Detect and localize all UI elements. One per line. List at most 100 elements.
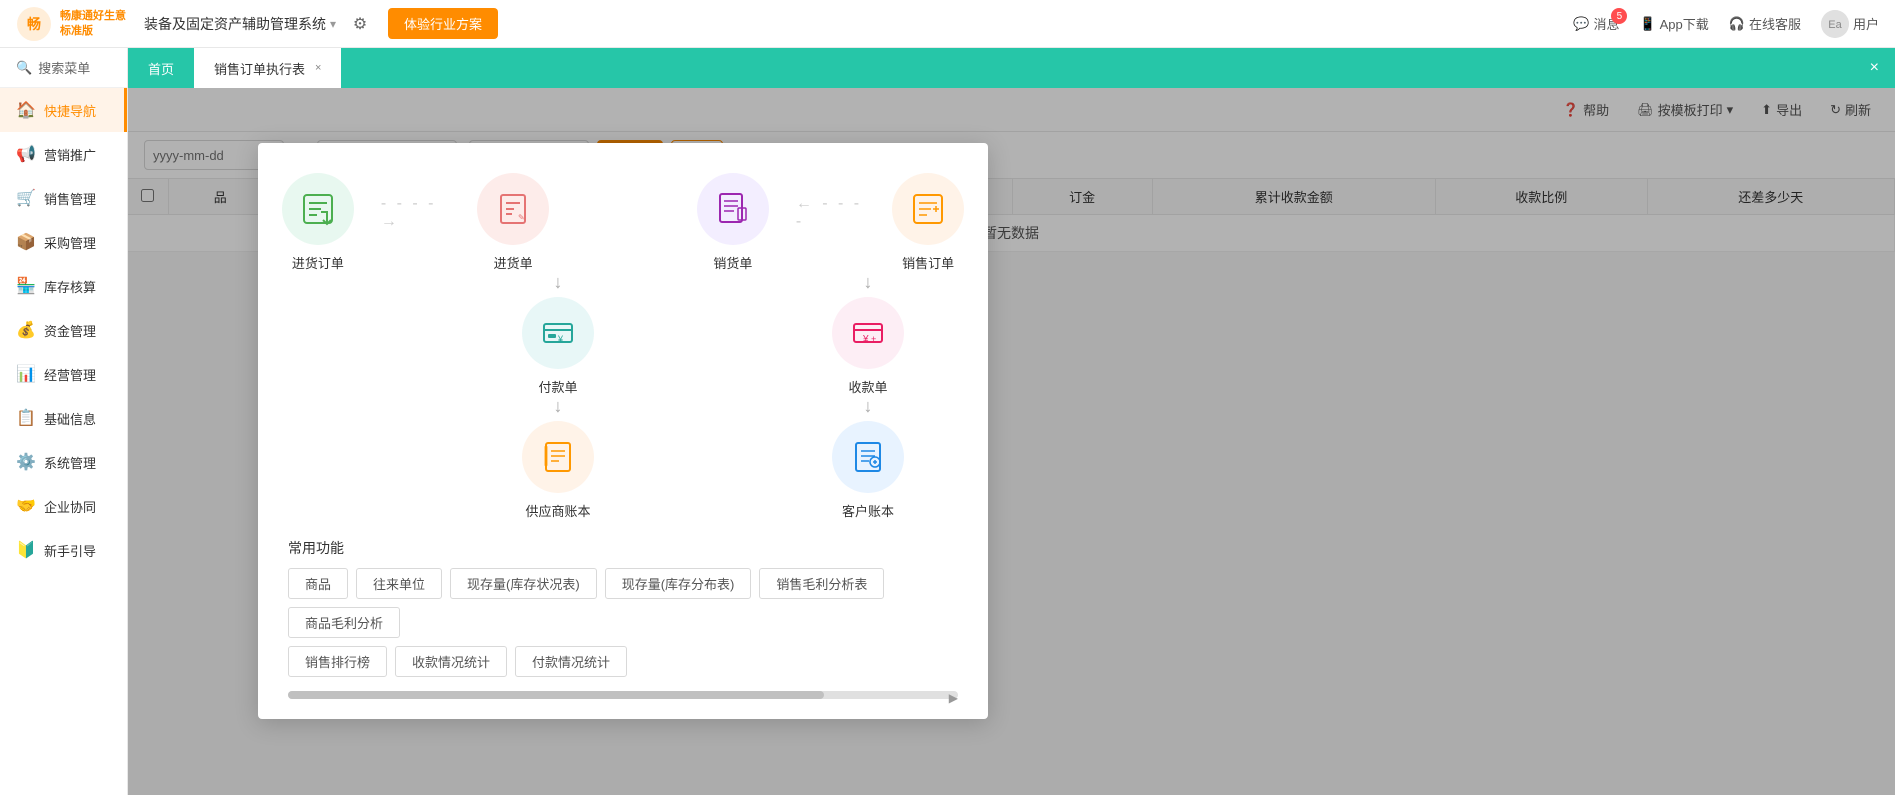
h-arrow-1: - - - - → bbox=[373, 195, 458, 231]
home-icon: 🏠 bbox=[16, 100, 36, 120]
purchase-order-label: 进货订单 bbox=[292, 253, 344, 272]
tab-home[interactable]: 首页 bbox=[128, 48, 194, 88]
logo-text: 畅康通好生意 标准版 bbox=[60, 9, 126, 38]
v-arrow-sale: ↓ bbox=[803, 272, 933, 293]
func-btn-stock-status[interactable]: 现存量(库存状况表) bbox=[450, 568, 597, 599]
flow-node-purchase-order[interactable]: 进货订单 bbox=[263, 173, 373, 272]
func-btn-goods-profit[interactable]: 商品毛利分析 bbox=[288, 607, 400, 638]
flow-row-2: ¥ 付款单 ¥+ bbox=[293, 297, 953, 396]
purchase-order-circle bbox=[282, 173, 354, 245]
message-button[interactable]: 💬 消息 5 bbox=[1573, 14, 1619, 33]
top-right: 💬 消息 5 📱 App下载 🎧 在线客服 Ea 用户 bbox=[1573, 10, 1879, 38]
sidebar-item-base[interactable]: 📋 基础信息 bbox=[0, 396, 127, 440]
h-arrow-2: ← - - - - bbox=[788, 195, 873, 231]
sidebar-item-finance[interactable]: 💰 资金管理 bbox=[0, 308, 127, 352]
func-btns-row2: 销售排行榜 收款情况统计 付款情况统计 bbox=[288, 646, 958, 677]
v-arrow-receipt: ↓ bbox=[803, 396, 933, 417]
flow-node-purchase-bill[interactable]: ✎ 进货单 bbox=[458, 173, 568, 272]
app-wrapper: 畅 畅康通好生意 标准版 装备及固定资产辅助管理系统 ▾ ⚙ 体验行业方案 💬 … bbox=[0, 0, 1895, 795]
gear-icon: ⚙️ bbox=[16, 452, 36, 472]
clipboard-icon: 📋 bbox=[16, 408, 36, 428]
func-btn-stock-dist[interactable]: 现存量(库存分布表) bbox=[605, 568, 752, 599]
close-content-button[interactable]: × bbox=[1870, 59, 1879, 77]
online-service-button[interactable]: 🎧 在线客服 bbox=[1729, 14, 1801, 33]
sidebar: 🔍 搜索菜单 🏠 快捷导航 📢 营销推广 🛒 销售管理 📦 采购管理 🏪 bbox=[0, 48, 128, 795]
modal-overlay[interactable]: 进货订单 - - - - → ✎ bbox=[128, 88, 1895, 795]
sidebar-item-collab[interactable]: 🤝 企业协同 bbox=[0, 484, 127, 528]
chart-icon: 📊 bbox=[16, 364, 36, 384]
down-arrow-sale-icon: ↓ bbox=[864, 272, 873, 293]
supplier-account-circle bbox=[522, 421, 594, 493]
v-arrow-purchase: ↓ bbox=[493, 272, 623, 293]
tab-bar: 首页 销售订单执行表 × × bbox=[128, 48, 1895, 88]
func-btn-sales-rank[interactable]: 销售排行榜 bbox=[288, 646, 387, 677]
tab-close-icon[interactable]: × bbox=[315, 62, 321, 74]
func-btns-row1: 商品 往来单位 现存量(库存状况表) 现存量(库存分布表) 销售毛利分析表 商品… bbox=[288, 568, 958, 638]
svg-text:Ea: Ea bbox=[1828, 19, 1842, 31]
money-icon: 💰 bbox=[16, 320, 36, 340]
main-area: 🔍 搜索菜单 🏠 快捷导航 📢 营销推广 🛒 销售管理 📦 采购管理 🏪 bbox=[0, 48, 1895, 795]
sidebar-item-newbie[interactable]: 🔰 新手引导 bbox=[0, 528, 127, 572]
flow-node-customer-account[interactable]: 客户账本 bbox=[803, 421, 933, 520]
content-area: 首页 销售订单执行表 × × ❓ 帮助 bbox=[128, 48, 1895, 795]
v-arrow-payment: ↓ bbox=[493, 396, 623, 417]
search-icon: 🔍 bbox=[16, 60, 32, 76]
svg-text:¥: ¥ bbox=[557, 334, 564, 344]
sidebar-item-marketing[interactable]: 📢 营销推广 bbox=[0, 132, 127, 176]
func-btn-payment-stats[interactable]: 付款情况统计 bbox=[515, 646, 627, 677]
func-btn-receipt-stats[interactable]: 收款情况统计 bbox=[395, 646, 507, 677]
svg-text:✎: ✎ bbox=[518, 213, 525, 222]
modal-scrollbar[interactable]: ▶ bbox=[288, 691, 958, 699]
flow-node-sale-bill[interactable]: 销货单 bbox=[678, 173, 788, 272]
flow-node-payment[interactable]: ¥ 付款单 bbox=[493, 297, 623, 396]
sale-order-circle bbox=[892, 173, 964, 245]
func-btn-sales-profit[interactable]: 销售毛利分析表 bbox=[759, 568, 884, 599]
megaphone-icon: 📢 bbox=[16, 144, 36, 164]
supplier-account-label: 供应商账本 bbox=[525, 501, 590, 520]
modal-scrollbar-thumb[interactable] bbox=[288, 691, 824, 699]
scrollbar-right-arrow[interactable]: ▶ bbox=[949, 691, 958, 705]
top-bar: 畅 畅康通好生意 标准版 装备及固定资产辅助管理系统 ▾ ⚙ 体验行业方案 💬 … bbox=[0, 0, 1895, 48]
handshake-icon: 🤝 bbox=[16, 496, 36, 516]
cart-icon: 🛒 bbox=[16, 188, 36, 208]
sidebar-item-sales[interactable]: 🛒 销售管理 bbox=[0, 176, 127, 220]
svg-text:¥: ¥ bbox=[862, 334, 869, 345]
sale-bill-label: 销货单 bbox=[713, 253, 752, 272]
gear-button[interactable]: ⚙ bbox=[344, 8, 376, 40]
func-btn-contacts[interactable]: 往来单位 bbox=[356, 568, 442, 599]
payment-circle: ¥ bbox=[522, 297, 594, 369]
modal-box: 进货订单 - - - - → ✎ bbox=[258, 143, 988, 719]
flow-node-receipt[interactable]: ¥+ 收款单 bbox=[803, 297, 933, 396]
sale-bill-circle bbox=[697, 173, 769, 245]
flow-row-3: 供应商账本 客户账本 bbox=[293, 421, 953, 520]
receipt-circle: ¥+ bbox=[832, 297, 904, 369]
flow-v-arrow-row-2: ↓ ↓ bbox=[293, 396, 953, 417]
logo-area: 畅 畅康通好生意 标准版 bbox=[16, 6, 136, 42]
trial-button[interactable]: 体验行业方案 bbox=[388, 8, 498, 39]
flow-node-supplier-account[interactable]: 供应商账本 bbox=[493, 421, 623, 520]
sidebar-item-inventory[interactable]: 🏪 库存核算 bbox=[0, 264, 127, 308]
message-badge: 5 bbox=[1611, 8, 1627, 24]
customer-account-label: 客户账本 bbox=[842, 501, 894, 520]
user-profile-button[interactable]: Ea 用户 bbox=[1821, 10, 1879, 38]
sidebar-item-system[interactable]: ⚙️ 系统管理 bbox=[0, 440, 127, 484]
sidebar-item-purchase[interactable]: 📦 采购管理 bbox=[0, 220, 127, 264]
service-icon: 🎧 bbox=[1729, 16, 1745, 32]
flow-area: 进货订单 - - - - → ✎ bbox=[288, 173, 958, 520]
tab-sales-order[interactable]: 销售订单执行表 × bbox=[194, 48, 341, 88]
common-func-title: 常用功能 bbox=[288, 538, 958, 558]
system-title: 装备及固定资产辅助管理系统 bbox=[144, 14, 326, 34]
store-icon: 🏪 bbox=[16, 276, 36, 296]
search-menu[interactable]: 🔍 搜索菜单 bbox=[0, 48, 127, 88]
avatar: Ea bbox=[1821, 10, 1849, 38]
svg-text:+: + bbox=[871, 334, 876, 344]
func-btn-goods[interactable]: 商品 bbox=[288, 568, 348, 599]
common-func-section: 常用功能 商品 往来单位 现存量(库存状况表) 现存量(库存分布表) 销售毛利分… bbox=[288, 538, 958, 677]
app-download-button[interactable]: 📱 App下载 bbox=[1639, 14, 1708, 33]
dropdown-arrow-icon[interactable]: ▾ bbox=[330, 17, 336, 31]
sidebar-item-business[interactable]: 📊 经营管理 bbox=[0, 352, 127, 396]
sidebar-item-quick-nav[interactable]: 🏠 快捷导航 bbox=[0, 88, 127, 132]
logo-icon: 畅 bbox=[16, 6, 52, 42]
flow-node-sale-order[interactable]: 销售订单 bbox=[873, 173, 983, 272]
purchase-bill-circle: ✎ bbox=[477, 173, 549, 245]
